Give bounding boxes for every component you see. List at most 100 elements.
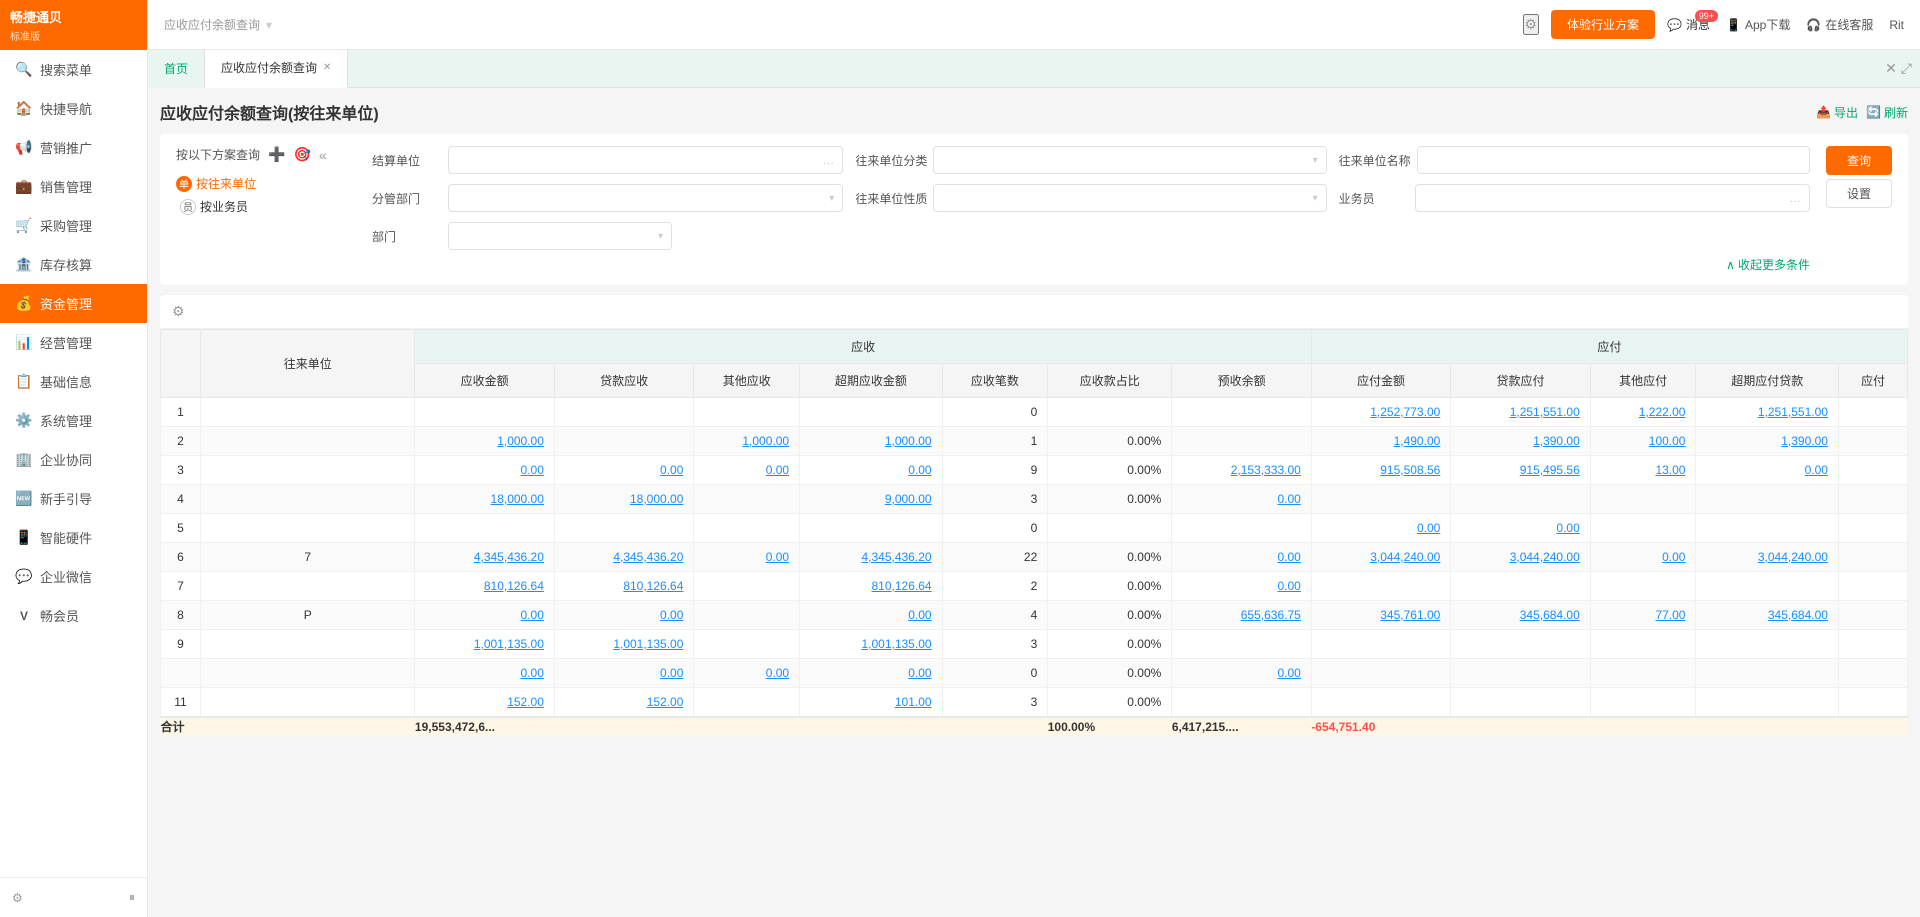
cell-ar_amount[interactable]: 18,000.00 (415, 485, 554, 514)
cell-other_ar[interactable]: 0.00 (694, 543, 800, 572)
cell-other_ap[interactable]: 13.00 (1590, 456, 1696, 485)
sidebar-item-purchase[interactable]: 🛒 采购管理 (0, 206, 147, 245)
export-button[interactable]: 📤 导出 (1816, 104, 1858, 121)
sidebar-item-enterprise[interactable]: 🏢 企业协同 (0, 440, 147, 479)
sidebar-collapse-button[interactable]: ⏸ (125, 886, 139, 909)
cell-prepay_bal[interactable]: 2,153,333.00 (1172, 456, 1311, 485)
filter-settings-button[interactable]: 🎯 (293, 146, 310, 163)
sidebar-item-inventory[interactable]: 🏦 库存核算 (0, 245, 147, 284)
cell-ap_amount[interactable]: 915,508.56 (1311, 456, 1450, 485)
cell-overdue_ar[interactable]: 0.00 (800, 456, 942, 485)
cell-ar_amount[interactable]: 4,345,436.20 (415, 543, 554, 572)
tab-ar-ap[interactable]: 应收应付余额查询 ✕ (205, 50, 348, 88)
sidebar-item-marketing[interactable]: 📢 营销推广 (0, 128, 147, 167)
cell-loan_ar[interactable]: 0.00 (554, 659, 693, 688)
cell-overdue_ar[interactable]: 9,000.00 (800, 485, 942, 514)
cell-overdue_ap[interactable]: 3,044,240.00 (1696, 543, 1838, 572)
topbar-user-button[interactable]: Rit (1889, 18, 1904, 32)
collapse-more-button[interactable]: ∧ 收起更多条件 (1726, 256, 1810, 273)
sidebar-item-system[interactable]: ⚙️ 系统管理 (0, 401, 147, 440)
tab-maximize-button[interactable]: ⤢ (1901, 60, 1912, 77)
cell-other_ap[interactable]: 0.00 (1590, 543, 1696, 572)
cell-prepay_bal[interactable]: 655,636.75 (1172, 601, 1311, 630)
cell-loan_ar[interactable]: 0.00 (554, 601, 693, 630)
unit-nature-select[interactable]: ▾ (933, 184, 1326, 212)
cell-loan_ap[interactable]: 915,495.56 (1451, 456, 1590, 485)
cell-overdue_ap[interactable]: 1,251,551.00 (1696, 398, 1838, 427)
sidebar-item-sales[interactable]: 💼 销售管理 (0, 167, 147, 206)
filter-add-button[interactable]: ➕ (268, 146, 285, 163)
cell-overdue_ap[interactable]: 1,390.00 (1696, 427, 1838, 456)
cell-loan_ar[interactable]: 18,000.00 (554, 485, 693, 514)
cell-ar_amount[interactable]: 0.00 (415, 659, 554, 688)
cell-ap_amount[interactable]: 345,761.00 (1311, 601, 1450, 630)
query-button[interactable]: 查询 (1826, 146, 1892, 175)
filter-option-by-unit[interactable]: 单 按往来单位 (176, 175, 356, 192)
cell-prepay_bal[interactable]: 0.00 (1172, 543, 1311, 572)
filter-collapse-left-button[interactable]: « (319, 147, 327, 163)
sidebar-item-wechat[interactable]: 💬 企业微信 (0, 557, 147, 596)
topbar-gear-button[interactable]: ⚙ (1523, 14, 1540, 35)
cell-loan_ar[interactable]: 152.00 (554, 688, 693, 718)
cell-other_ar[interactable]: 0.00 (694, 659, 800, 688)
bumen-select[interactable]: ▾ (448, 222, 672, 250)
cell-overdue_ar[interactable]: 810,126.64 (800, 572, 942, 601)
staff-input[interactable]: … (1415, 184, 1810, 212)
cell-ar_amount[interactable]: 0.00 (415, 456, 554, 485)
sidebar-item-operation[interactable]: 📊 经营管理 (0, 323, 147, 362)
cell-other_ap[interactable]: 77.00 (1590, 601, 1696, 630)
sidebar-item-smart-hardware[interactable]: 📱 智能硬件 (0, 518, 147, 557)
settings-button[interactable]: 设置 (1826, 179, 1892, 208)
cell-overdue_ar[interactable]: 1,001,135.00 (800, 630, 942, 659)
cell-ap_amount[interactable]: 0.00 (1311, 514, 1450, 543)
table-settings-icon[interactable]: ⚙ (172, 303, 185, 320)
cell-ap_amount[interactable]: 1,252,773.00 (1311, 398, 1450, 427)
cell-prepay_bal[interactable]: 0.00 (1172, 659, 1311, 688)
trial-button[interactable]: 体验行业方案 (1551, 10, 1655, 39)
sidebar-item-guide[interactable]: 🆕 新手引导 (0, 479, 147, 518)
filter-option-by-staff[interactable]: 员 按业务员 (180, 198, 356, 215)
cell-other_ap[interactable]: 1,222.00 (1590, 398, 1696, 427)
sidebar-settings-button[interactable]: ⚙ (8, 886, 27, 909)
dept-select[interactable]: ▾ (448, 184, 843, 212)
tab-close-button[interactable]: ✕ (1885, 60, 1897, 77)
topbar-app-button[interactable]: 📱 App下载 (1726, 16, 1790, 33)
cell-overdue_ar[interactable]: 0.00 (800, 659, 942, 688)
cell-loan_ar[interactable]: 4,345,436.20 (554, 543, 693, 572)
unit-name-input[interactable] (1417, 146, 1810, 174)
cell-overdue_ar[interactable]: 1,000.00 (800, 427, 942, 456)
cell-ap_amount[interactable]: 3,044,240.00 (1311, 543, 1450, 572)
topbar-service-button[interactable]: 🎧 在线客服 (1806, 16, 1873, 33)
cell-loan_ap[interactable]: 0.00 (1451, 514, 1590, 543)
sidebar-item-quick-nav[interactable]: 🏠 快捷导航 (0, 89, 147, 128)
cell-ap_amount[interactable]: 1,490.00 (1311, 427, 1450, 456)
cell-loan_ap[interactable]: 1,251,551.00 (1451, 398, 1590, 427)
cell-other_ar[interactable]: 0.00 (694, 456, 800, 485)
cell-ar_amount[interactable]: 0.00 (415, 601, 554, 630)
cell-overdue_ap[interactable]: 345,684.00 (1696, 601, 1838, 630)
cell-other_ap[interactable]: 100.00 (1590, 427, 1696, 456)
cell-overdue_ar[interactable]: 0.00 (800, 601, 942, 630)
cell-ar_amount[interactable]: 152.00 (415, 688, 554, 718)
cell-prepay_bal[interactable]: 0.00 (1172, 485, 1311, 514)
sidebar-item-search[interactable]: 🔍 搜索菜单 (0, 50, 147, 89)
cell-overdue_ar[interactable]: 101.00 (800, 688, 942, 718)
cell-other_ar[interactable]: 1,000.00 (694, 427, 800, 456)
sidebar-item-basic[interactable]: 📋 基础信息 (0, 362, 147, 401)
refresh-button[interactable]: 🔄 刷新 (1866, 104, 1908, 121)
cell-loan_ap[interactable]: 3,044,240.00 (1451, 543, 1590, 572)
cell-ar_amount[interactable]: 1,001,135.00 (415, 630, 554, 659)
cell-ar_amount[interactable]: 1,000.00 (415, 427, 554, 456)
cell-loan_ar[interactable]: 1,001,135.00 (554, 630, 693, 659)
cell-loan_ar[interactable]: 810,126.64 (554, 572, 693, 601)
tab-home[interactable]: 首页 (148, 50, 205, 88)
cell-loan_ap[interactable]: 1,390.00 (1451, 427, 1590, 456)
settlement-input[interactable]: … (448, 146, 843, 174)
unit-category-select[interactable]: ▾ (933, 146, 1326, 174)
tab-close-icon[interactable]: ✕ (323, 62, 331, 73)
cell-overdue_ap[interactable]: 0.00 (1696, 456, 1838, 485)
cell-prepay_bal[interactable]: 0.00 (1172, 572, 1311, 601)
cell-loan_ap[interactable]: 345,684.00 (1451, 601, 1590, 630)
cell-loan_ar[interactable]: 0.00 (554, 456, 693, 485)
topbar-message-button[interactable]: 💬 消息 99+ (1667, 16, 1710, 33)
